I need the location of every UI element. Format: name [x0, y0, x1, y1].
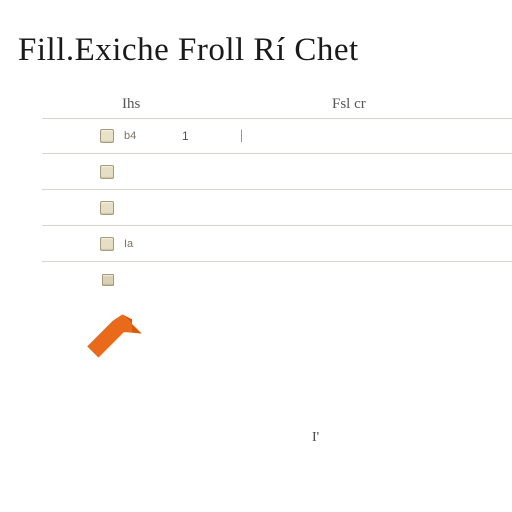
- list-item[interactable]: [42, 262, 512, 298]
- stray-text: I': [312, 430, 319, 446]
- pointer-arrow-icon: [76, 308, 156, 388]
- list-item[interactable]: Ia: [42, 226, 512, 262]
- list-item[interactable]: [42, 190, 512, 226]
- checkbox-icon[interactable]: [100, 201, 114, 215]
- row-label: Ia: [124, 238, 133, 250]
- checkbox-icon[interactable]: [100, 165, 114, 179]
- checkbox-icon[interactable]: [100, 129, 114, 143]
- checkbox-icon[interactable]: [100, 237, 114, 251]
- checkbox-icon[interactable]: [102, 274, 114, 286]
- row-right: |: [240, 128, 243, 144]
- row-label: b4: [124, 130, 136, 142]
- list-item[interactable]: [42, 154, 512, 190]
- row-value: 1: [182, 129, 189, 143]
- list-rows: b4 1 | Ia: [42, 118, 512, 298]
- column-header-right: Fsl cr: [332, 96, 366, 113]
- column-header-left: Ihs: [122, 96, 140, 113]
- list-item[interactable]: b4 1 |: [42, 118, 512, 154]
- page-title: Fill.Exiche Froll Rí Chet: [18, 32, 359, 69]
